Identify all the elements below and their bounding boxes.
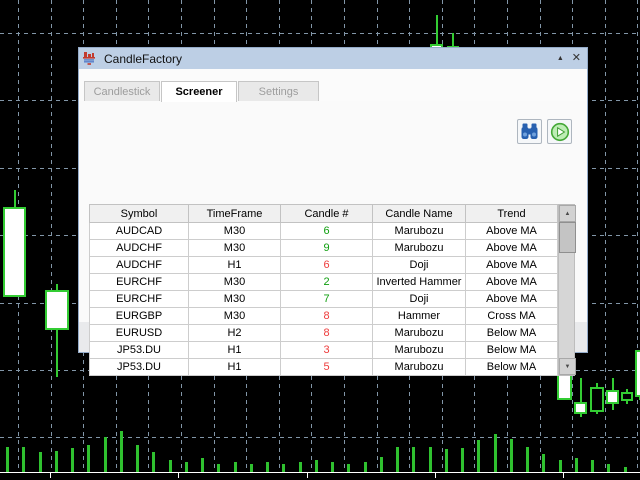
screener-table: Symbol TimeFrame Candle # Candle Name Trend … xyxy=(89,204,558,376)
cell-candle-name: Marubozu xyxy=(372,358,466,376)
cell-symbol: AUDCHF xyxy=(89,256,189,274)
time-axis-tick xyxy=(50,473,51,478)
table-row[interactable]: AUDCAD M30 6 Marubozu Above MA xyxy=(89,222,558,240)
cell-symbol: EURCHF xyxy=(89,290,189,308)
time-axis-tick xyxy=(178,473,179,478)
cell-timeframe: H1 xyxy=(188,341,281,359)
cell-candle-name: Marubozu xyxy=(372,324,466,342)
cell-trend: Above MA xyxy=(465,273,558,291)
cell-symbol: JP53.DU xyxy=(89,341,189,359)
cell-candle-number: 9 xyxy=(280,239,373,257)
cell-timeframe: M30 xyxy=(188,239,281,257)
cell-candle-name: Inverted Hammer xyxy=(372,273,466,291)
candlefactory-window: CandleFactory ▲ ✕ Candlestick Screener S… xyxy=(78,47,588,376)
cell-trend: Above MA xyxy=(465,222,558,240)
column-header-candle-name[interactable]: Candle Name xyxy=(372,204,466,223)
binoculars-icon xyxy=(520,123,539,140)
cell-symbol: AUDCHF xyxy=(89,239,189,257)
tab-settings[interactable]: Settings xyxy=(238,81,319,101)
screener-table-area: Symbol TimeFrame Candle # Candle Name Trend … xyxy=(89,204,576,376)
cell-candle-number: 8 xyxy=(280,324,373,342)
tab-screener[interactable]: Screener xyxy=(161,81,237,102)
cell-trend: Above MA xyxy=(465,256,558,274)
trading-chart-screen: CandleFactory ▲ ✕ Candlestick Screener S… xyxy=(0,0,640,480)
cell-candle-number: 6 xyxy=(280,256,373,274)
cell-timeframe: M30 xyxy=(188,222,281,240)
cell-timeframe: M30 xyxy=(188,307,281,325)
cell-trend: Below MA xyxy=(465,358,558,376)
tab-bar: Candlestick Screener Settings xyxy=(84,80,582,102)
cell-trend: Cross MA xyxy=(465,307,558,325)
cell-candle-number: 2 xyxy=(280,273,373,291)
cell-candle-number: 6 xyxy=(280,222,373,240)
scroll-down-button[interactable]: ▼ xyxy=(559,358,576,375)
cell-trend: Below MA xyxy=(465,324,558,342)
cell-candle-name: Doji xyxy=(372,290,466,308)
cell-trend: Below MA xyxy=(465,341,558,359)
cell-symbol: JP53.DU xyxy=(89,358,189,376)
screener-panel: Symbol TimeFrame Candle # Candle Name Trend … xyxy=(79,101,587,376)
cell-timeframe: H2 xyxy=(188,324,281,342)
column-header-candle[interactable]: Candle # xyxy=(280,204,373,223)
time-axis-tick xyxy=(435,473,436,478)
table-row[interactable]: EURUSD H2 8 Marubozu Below MA xyxy=(89,324,558,342)
cell-candle-name: Doji xyxy=(372,256,466,274)
close-icon[interactable]: ✕ xyxy=(572,53,581,64)
collapse-icon[interactable]: ▲ xyxy=(557,55,564,62)
cell-symbol: EURCHF xyxy=(89,273,189,291)
scrollbar-thumb[interactable] xyxy=(559,222,576,253)
table-header-row: Symbol TimeFrame Candle # Candle Name Trend xyxy=(89,204,558,223)
candlefactory-app-icon xyxy=(83,51,99,66)
table-row[interactable]: EURCHF M30 7 Doji Above MA xyxy=(89,290,558,308)
column-header-symbol[interactable]: Symbol xyxy=(89,204,189,223)
table-row[interactable]: AUDCHF H1 6 Doji Above MA xyxy=(89,256,558,274)
window-titlebar[interactable]: CandleFactory ▲ ✕ xyxy=(79,48,587,69)
start-scan-button[interactable] xyxy=(547,119,572,144)
column-header-trend[interactable]: Trend xyxy=(465,204,558,223)
table-row[interactable]: AUDCHF M30 9 Marubozu Above MA xyxy=(89,239,558,257)
window-title: CandleFactory xyxy=(104,51,183,66)
cell-trend: Above MA xyxy=(465,239,558,257)
tab-candlestick[interactable]: Candlestick xyxy=(84,81,160,101)
time-axis-tick xyxy=(563,473,564,478)
cell-candle-name: Marubozu xyxy=(372,341,466,359)
cell-candle-number: 5 xyxy=(280,358,373,376)
time-axis-tick xyxy=(307,473,308,478)
cell-candle-number: 8 xyxy=(280,307,373,325)
cell-candle-number: 3 xyxy=(280,341,373,359)
table-row[interactable]: EURCHF M30 2 Inverted Hammer Above MA xyxy=(89,273,558,291)
play-icon xyxy=(550,122,570,142)
cell-symbol: AUDCAD xyxy=(89,222,189,240)
search-button[interactable] xyxy=(517,119,542,144)
table-row[interactable]: JP53.DU H1 5 Marubozu Below MA xyxy=(89,358,558,376)
cell-symbol: EURGBP xyxy=(89,307,189,325)
arrow-up-icon: ▲ xyxy=(564,210,571,217)
cell-candle-number: 7 xyxy=(280,290,373,308)
table-row[interactable]: JP53.DU H1 3 Marubozu Below MA xyxy=(89,341,558,359)
scroll-up-button[interactable]: ▲ xyxy=(559,205,576,222)
screener-toolbar xyxy=(517,119,572,144)
cell-timeframe: H1 xyxy=(188,358,281,376)
table-scrollbar[interactable]: ▲ ▼ xyxy=(558,204,576,376)
column-header-timeframe[interactable]: TimeFrame xyxy=(188,204,281,223)
cell-timeframe: M30 xyxy=(188,273,281,291)
cell-candle-name: Marubozu xyxy=(372,222,466,240)
cell-timeframe: M30 xyxy=(188,290,281,308)
cell-symbol: EURUSD xyxy=(89,324,189,342)
table-row[interactable]: EURGBP M30 8 Hammer Cross MA xyxy=(89,307,558,325)
arrow-down-icon: ▼ xyxy=(564,363,571,370)
cell-timeframe: H1 xyxy=(188,256,281,274)
cell-trend: Above MA xyxy=(465,290,558,308)
cell-candle-name: Marubozu xyxy=(372,239,466,257)
cell-candle-name: Hammer xyxy=(372,307,466,325)
